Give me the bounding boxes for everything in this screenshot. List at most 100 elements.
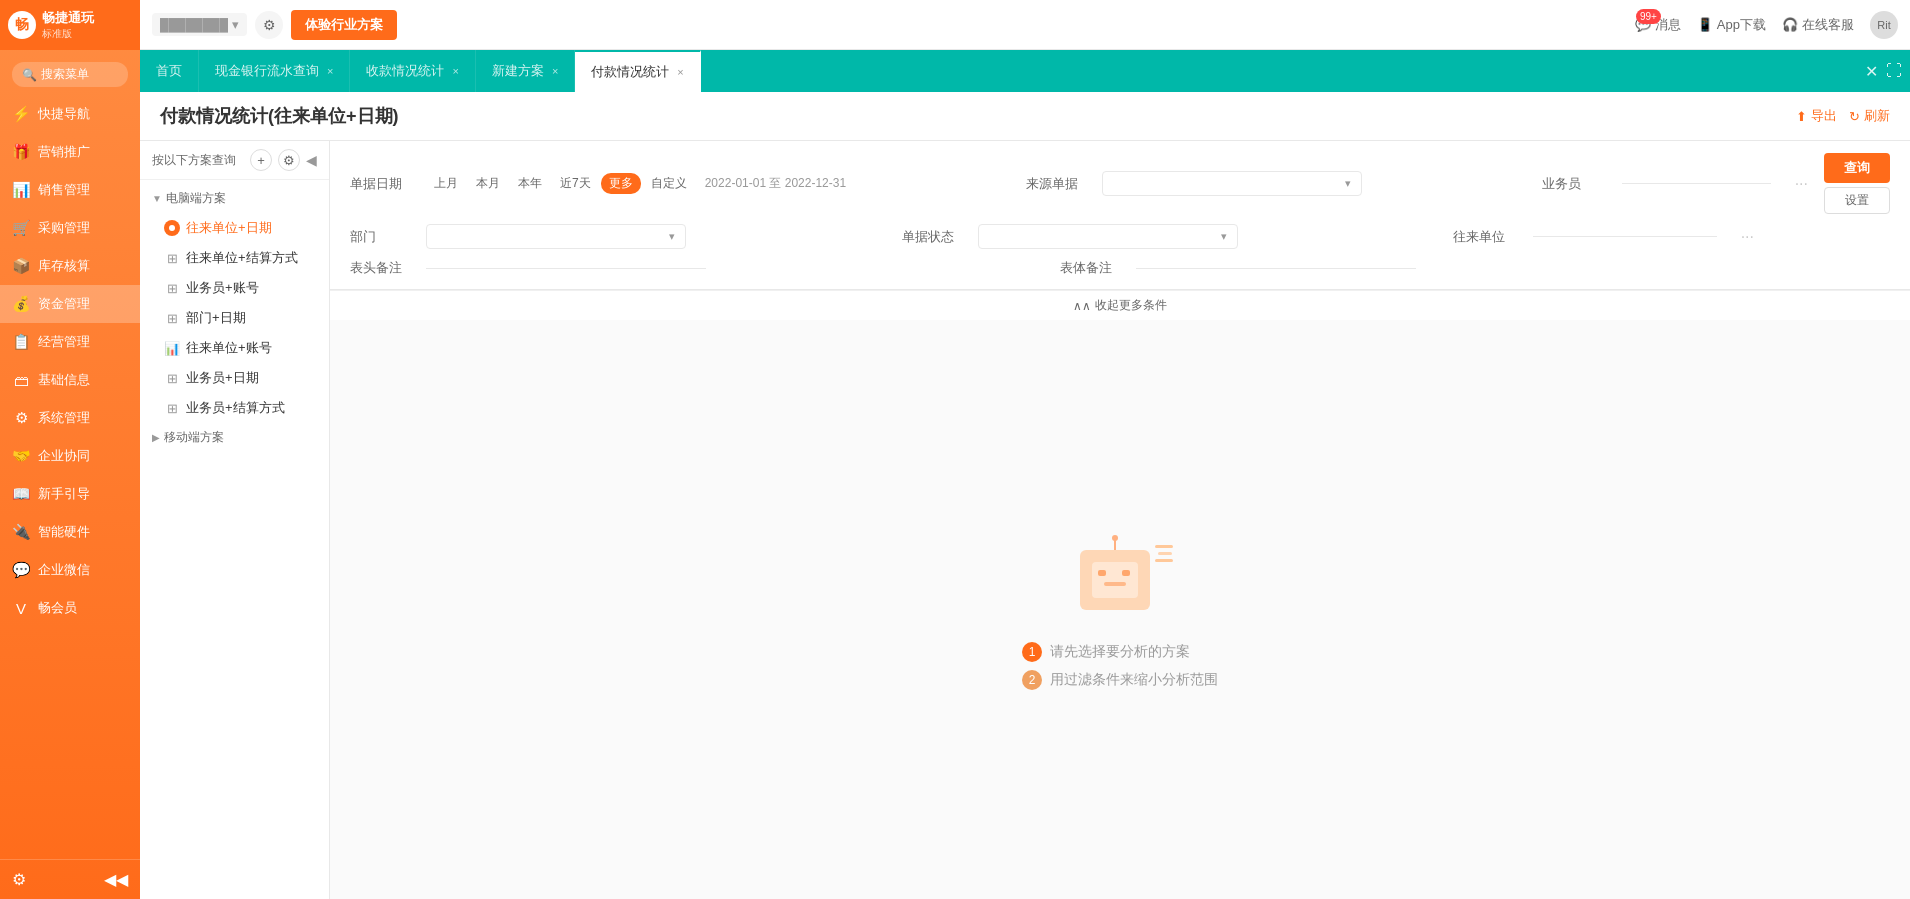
sidebar-item-membership[interactable]: V 畅会员 — [0, 589, 140, 627]
filter-settings-button[interactable]: 设置 — [1824, 187, 1890, 214]
finance-icon: 💰 — [12, 295, 30, 313]
scheme-item-partner-account[interactable]: 📊 往来单位+账号 — [140, 333, 329, 363]
trial-btn[interactable]: 体验行业方案 — [291, 10, 397, 40]
search-menu-button[interactable]: 🔍 搜索菜单 — [12, 62, 128, 87]
topbar-settings-button[interactable]: ⚙ — [255, 11, 283, 39]
scheme-item-partner-date[interactable]: 往来单位+日期 — [140, 213, 329, 243]
scheme-item-dept-date[interactable]: ⊞ 部门+日期 — [140, 303, 329, 333]
user-avatar[interactable]: Rit — [1870, 11, 1898, 39]
sidebar-search-area[interactable]: 🔍 搜索菜单 — [0, 54, 140, 95]
collapse-more-label: 收起更多条件 — [1095, 297, 1167, 314]
partner-filter-label: 往来单位 — [1453, 228, 1513, 246]
tab-payment-stats[interactable]: 付款情况统计 × — [575, 50, 700, 92]
tab-home[interactable]: 首页 — [140, 50, 199, 92]
scheme-item-staff-account[interactable]: ⊞ 业务员+账号 — [140, 273, 329, 303]
purchase-icon: 🛒 — [12, 219, 30, 237]
mobile-scheme-group[interactable]: ▶ 移动端方案 — [140, 423, 329, 452]
date-tab-last-month[interactable]: 上月 — [426, 172, 466, 195]
tabbar-close-btn[interactable]: ✕ — [1865, 62, 1878, 81]
sidebar-item-cooperation[interactable]: 🤝 企业协同 — [0, 437, 140, 475]
tab-new-scheme[interactable]: 新建方案 × — [476, 50, 575, 92]
sidebar-item-smart-hw[interactable]: 🔌 智能硬件 — [0, 513, 140, 551]
sidebar-item-finance[interactable]: 💰 资金管理 — [0, 285, 140, 323]
sidebar-item-marketing[interactable]: 🎁 营销推广 — [0, 133, 140, 171]
tab-payment-stats-close[interactable]: × — [677, 66, 683, 78]
date-tab-this-year[interactable]: 本年 — [510, 172, 550, 195]
scheme-item-partner-settlement-label: 往来单位+结算方式 — [186, 249, 298, 267]
online-service-button[interactable]: 🎧 在线客服 — [1782, 16, 1854, 34]
tab-bank-flow-close[interactable]: × — [327, 65, 333, 77]
scheme-item-partner-date-label: 往来单位+日期 — [186, 219, 272, 237]
sidebar-item-basic-info[interactable]: 🗃 基础信息 — [0, 361, 140, 399]
svg-rect-7 — [1155, 545, 1173, 548]
app-download-label: App下载 — [1717, 16, 1766, 34]
date-tab-last-7[interactable]: 近7天 — [552, 172, 599, 195]
collapse-more-button[interactable]: ∧∧ 收起更多条件 — [1073, 297, 1167, 314]
scheme-panel: 按以下方案查询 + ⚙ ◀ ▼ 电脑端方案 — [140, 141, 330, 899]
tabbar-actions: ✕ ⛶ — [1857, 50, 1910, 92]
tab-new-scheme-close[interactable]: × — [552, 65, 558, 77]
header-note-input[interactable] — [426, 268, 706, 269]
partner-input-area[interactable] — [1533, 236, 1717, 237]
sidebar-item-guide-label: 新手引导 — [38, 485, 90, 503]
content: 付款情况统计(往来单位+日期) ⬆ 导出 ↻ 刷新 按以下方案查询 — [140, 92, 1910, 899]
desktop-scheme-group[interactable]: ▼ 电脑端方案 — [140, 184, 329, 213]
date-tabs: 上月 本月 本年 近7天 更多 自定义 2022-01-01 至 2022-12… — [426, 172, 846, 195]
tabbar: 首页 现金银行流水查询 × 收款情况统计 × 新建方案 × 付款情况统计 × ✕… — [140, 50, 1910, 92]
app-download-button[interactable]: 📱 App下载 — [1697, 16, 1766, 34]
tab-bank-flow[interactable]: 现金银行流水查询 × — [199, 50, 350, 92]
date-filter-label: 单据日期 — [350, 175, 410, 193]
sidebar-collapse-icon[interactable]: ◀◀ — [104, 870, 128, 889]
online-service-icon: 🎧 — [1782, 17, 1798, 32]
doc-status-select[interactable]: ▾ — [978, 224, 1238, 249]
scheme-panel-collapse-button[interactable]: ◀ — [306, 152, 317, 168]
hint-number-1: 1 — [1022, 642, 1042, 662]
tabbar-expand-btn[interactable]: ⛶ — [1886, 62, 1902, 80]
sidebar-settings-icon[interactable]: ⚙ — [12, 870, 26, 889]
body-note-input[interactable] — [1136, 268, 1416, 269]
staff-more-icon[interactable]: ··· — [1795, 175, 1808, 193]
guide-icon: 📖 — [12, 485, 30, 503]
scheme-settings-button[interactable]: ⚙ — [278, 149, 300, 171]
sidebar-item-guide[interactable]: 📖 新手引导 — [0, 475, 140, 513]
scheme-item-partner-settlement[interactable]: ⊞ 往来单位+结算方式 — [140, 243, 329, 273]
scheme-item-staff-settlement[interactable]: ⊞ 业务员+结算方式 — [140, 393, 329, 423]
topbar-right-actions: 💬 99+ 消息 📱 App下载 🎧 在线客服 Rit — [1635, 11, 1898, 39]
source-doc-select[interactable]: ▾ — [1102, 171, 1362, 196]
message-button[interactable]: 💬 99+ 消息 — [1635, 16, 1681, 34]
sidebar-item-purchase[interactable]: 🛒 采购管理 — [0, 209, 140, 247]
sidebar: 畅 畅捷通玩 标准版 🔍 搜索菜单 ⚡ 快捷导航 🎁 营销推广 📊 销售管理 🛒… — [0, 0, 140, 899]
refresh-button[interactable]: ↻ 刷新 — [1849, 107, 1890, 125]
scheme-item-staff-date[interactable]: ⊞ 业务员+日期 — [140, 363, 329, 393]
tab-payment-stats-label: 付款情况统计 — [591, 63, 669, 81]
query-button[interactable]: 查询 — [1824, 153, 1890, 183]
export-button[interactable]: ⬆ 导出 — [1796, 107, 1837, 125]
sidebar-item-system[interactable]: ⚙ 系统管理 — [0, 399, 140, 437]
empty-hints: 1 请先选择要分析的方案 2 用过滤条件来缩小分析范围 — [1022, 642, 1218, 690]
partner-more-icon[interactable]: ··· — [1741, 228, 1754, 246]
mobile-group-arrow: ▶ — [152, 432, 160, 443]
tab-collection-stats-close[interactable]: × — [452, 65, 458, 77]
scheme-add-button[interactable]: + — [250, 149, 272, 171]
date-tab-more[interactable]: 更多 — [601, 173, 641, 194]
svg-rect-4 — [1104, 582, 1126, 586]
empty-state: 1 请先选择要分析的方案 2 用过滤条件来缩小分析范围 — [330, 320, 1910, 899]
filter-area: 单据日期 上月 本月 本年 近7天 更多 自定义 2022-01-01 至 20… — [330, 141, 1910, 290]
scheme-table-icon-4: ⊞ — [164, 370, 180, 386]
date-tab-this-month[interactable]: 本月 — [468, 172, 508, 195]
staff-input-area[interactable] — [1622, 183, 1770, 184]
sidebar-item-inventory[interactable]: 📦 库存核算 — [0, 247, 140, 285]
sidebar-item-cooperation-label: 企业协同 — [38, 447, 90, 465]
sidebar-item-wechat[interactable]: 💬 企业微信 — [0, 551, 140, 589]
tab-collection-stats[interactable]: 收款情况统计 × — [350, 50, 475, 92]
sidebar-item-quick-nav[interactable]: ⚡ 快捷导航 — [0, 95, 140, 133]
sidebar-item-operations[interactable]: 📋 经营管理 — [0, 323, 140, 361]
sidebar-item-marketing-label: 营销推广 — [38, 143, 90, 161]
scheme-table-icon-5: ⊞ — [164, 400, 180, 416]
dept-select[interactable]: ▾ — [426, 224, 686, 249]
sidebar-item-sales[interactable]: 📊 销售管理 — [0, 171, 140, 209]
sidebar-nav: 🔍 搜索菜单 ⚡ 快捷导航 🎁 营销推广 📊 销售管理 🛒 采购管理 📦 库存核… — [0, 50, 140, 859]
topbar: ████████ ▾ ⚙ 体验行业方案 💬 99+ 消息 📱 App下载 🎧 在… — [140, 0, 1910, 50]
account-selector[interactable]: ████████ ▾ — [152, 13, 247, 36]
date-tab-custom[interactable]: 自定义 — [643, 172, 695, 195]
